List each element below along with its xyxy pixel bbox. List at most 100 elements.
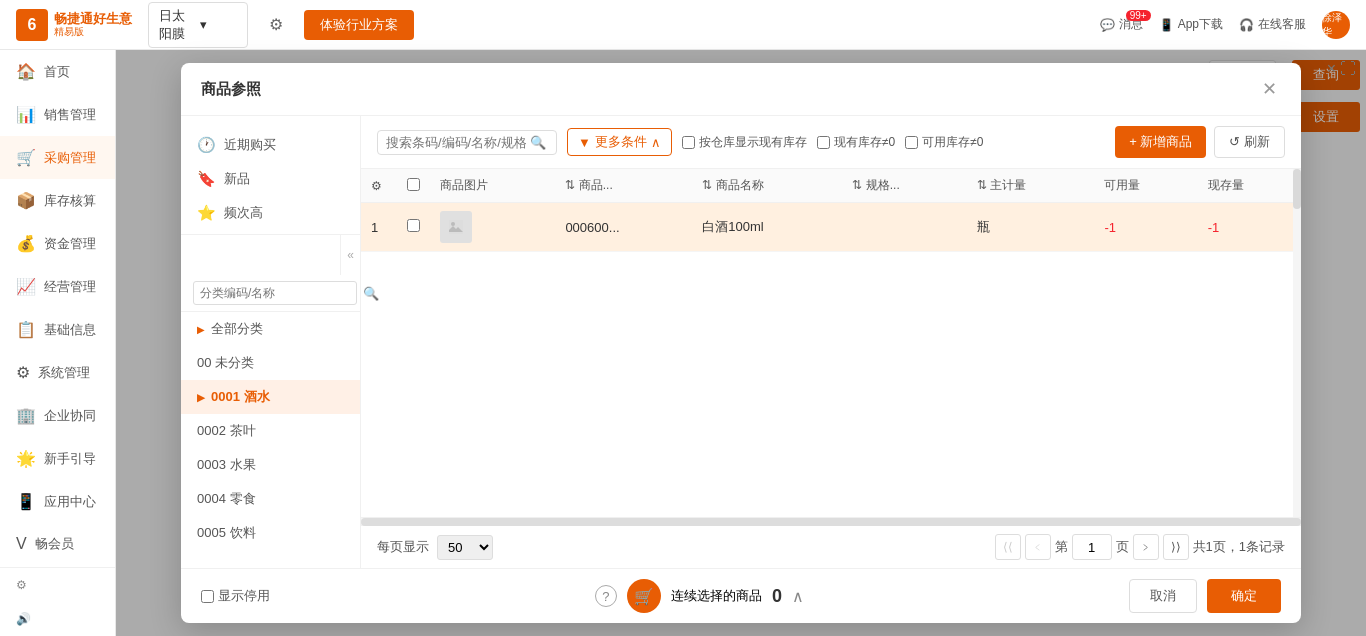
product-search-icon[interactable]: 🔍 bbox=[530, 135, 546, 150]
last-page-button[interactable]: ⟩⟩ bbox=[1163, 534, 1189, 560]
nav-selector[interactable]: 日太阳膜 ▾ bbox=[148, 2, 248, 48]
cell-available: -1 bbox=[1094, 203, 1197, 252]
nav-messages[interactable]: 💬 消息 99+ bbox=[1100, 16, 1143, 33]
product-thumbnail bbox=[440, 211, 472, 243]
col-checkbox bbox=[397, 169, 430, 203]
prev-page-button[interactable]: ﹤ bbox=[1025, 534, 1051, 560]
sidebar-item-finance[interactable]: 💰 资金管理 bbox=[0, 222, 115, 265]
settings-icon: ⚙ bbox=[16, 578, 27, 592]
sidebar-volume[interactable]: 🔊 bbox=[0, 602, 115, 636]
toolbar: 🔍 ▼ 更多条件 ∧ 按仓库显示现有库存 bbox=[361, 116, 1301, 169]
horizontal-scrollbar[interactable] bbox=[361, 517, 1301, 525]
sidebar-item-management[interactable]: 📈 经营管理 bbox=[0, 265, 115, 308]
select-all-checkbox[interactable] bbox=[407, 178, 420, 191]
left-high-freq[interactable]: ⭐ 频次高 bbox=[181, 196, 360, 230]
sidebar-settings[interactable]: ⚙ bbox=[0, 568, 115, 602]
cell-stock: -1 bbox=[1198, 203, 1301, 252]
per-page-select[interactable]: 50 10 20 100 bbox=[437, 535, 493, 560]
left-recent-purchase[interactable]: 🕐 近期购买 bbox=[181, 128, 360, 162]
cat-arrow-liquor: ▶ bbox=[197, 392, 205, 403]
modal-footer: 显示停用 ? 🛒 连续选择的商品 0 ∧ 取消 确定 bbox=[181, 568, 1301, 623]
refresh-button[interactable]: ↺ 刷新 bbox=[1214, 126, 1285, 158]
row-checkbox[interactable] bbox=[407, 219, 420, 232]
col-spec[interactable]: ⇅ 规格... bbox=[842, 169, 966, 203]
sidebar-item-home[interactable]: 🏠 首页 bbox=[0, 50, 115, 93]
new-icon: 🔖 bbox=[197, 170, 216, 188]
cat-tea[interactable]: 0002 茶叶 bbox=[181, 414, 360, 448]
warehouse-checkbox-label[interactable]: 按仓库显示现有库存 bbox=[682, 134, 807, 151]
volume-icon: 🔊 bbox=[16, 612, 31, 626]
sidebar-item-inventory[interactable]: 📦 库存核算 bbox=[0, 179, 115, 222]
management-icon: 📈 bbox=[16, 277, 36, 296]
product-search-input[interactable] bbox=[386, 135, 526, 150]
sidebar-item-system[interactable]: ⚙ 系统管理 bbox=[0, 351, 115, 394]
freq-icon: ⭐ bbox=[197, 204, 216, 222]
warehouse-checkbox[interactable] bbox=[682, 136, 695, 149]
table-scrollbar[interactable] bbox=[1293, 169, 1301, 517]
collapse-divider: « bbox=[181, 234, 360, 275]
show-disabled-label[interactable]: 显示停用 bbox=[201, 587, 270, 605]
cat-beverage[interactable]: 0005 饮料 bbox=[181, 516, 360, 550]
avatar: 徐泽华 bbox=[1322, 11, 1350, 39]
finance-icon: 💰 bbox=[16, 234, 36, 253]
footer-right: 取消 确定 bbox=[1129, 579, 1281, 613]
col-unit[interactable]: ⇅ 主计量 bbox=[967, 169, 1095, 203]
left-new-product[interactable]: 🔖 新品 bbox=[181, 162, 360, 196]
modal-close-button[interactable]: ✕ bbox=[1257, 77, 1281, 101]
sidebar-item-purchase[interactable]: 🛒 采购管理 bbox=[0, 136, 115, 179]
more-filter-button[interactable]: ▼ 更多条件 ∧ bbox=[567, 128, 672, 156]
cat-all[interactable]: ▶ 全部分类 bbox=[181, 312, 360, 346]
nav-customer-service[interactable]: 🎧 在线客服 bbox=[1239, 16, 1306, 33]
next-page-button[interactable]: ﹥ bbox=[1133, 534, 1159, 560]
col-settings[interactable]: ⚙ bbox=[361, 169, 397, 203]
logo-text: 畅捷通好生意 精易版 bbox=[54, 11, 132, 39]
footer-collapse-arrow[interactable]: ∧ bbox=[792, 587, 804, 606]
info-icon: 📋 bbox=[16, 320, 36, 339]
col-name[interactable]: ⇅ 商品名称 bbox=[692, 169, 842, 203]
page-number-input[interactable] bbox=[1072, 534, 1112, 560]
trial-button[interactable]: 体验行业方案 bbox=[304, 10, 414, 40]
cell-checkbox[interactable] bbox=[397, 203, 430, 252]
col-stock: 现存量 bbox=[1198, 169, 1301, 203]
sidebar-item-member[interactable]: V 畅会员 bbox=[0, 523, 115, 565]
nav-app-download[interactable]: 📱 App下载 bbox=[1159, 16, 1223, 33]
sidebar-item-sales[interactable]: 📊 销售管理 bbox=[0, 93, 115, 136]
sidebar-item-apps[interactable]: 📱 应用中心 bbox=[0, 480, 115, 523]
product-search-box: 🔍 bbox=[377, 130, 557, 155]
col-code[interactable]: ⇅ 商品... bbox=[555, 169, 692, 203]
cat-fruit[interactable]: 0003 水果 bbox=[181, 448, 360, 482]
sidebar-item-basic-info[interactable]: 📋 基础信息 bbox=[0, 308, 115, 351]
cat-arrow-all: ▶ bbox=[197, 324, 205, 335]
home-icon: 🏠 bbox=[16, 62, 36, 81]
confirm-button[interactable]: 确定 bbox=[1207, 579, 1281, 613]
gear-button[interactable]: ⚙ bbox=[260, 9, 292, 41]
sidebar-item-guide[interactable]: 🌟 新手引导 bbox=[0, 437, 115, 480]
selected-count-badge: 0 bbox=[772, 586, 782, 607]
show-disabled-checkbox[interactable] bbox=[201, 590, 214, 603]
usable-checkbox[interactable] bbox=[905, 136, 918, 149]
table-row[interactable]: 1 bbox=[361, 203, 1301, 252]
product-table-container: ⚙ 商品图片 bbox=[361, 169, 1301, 517]
nav-user[interactable]: 徐泽华 bbox=[1322, 11, 1350, 39]
available-checkbox[interactable] bbox=[817, 136, 830, 149]
first-page-button[interactable]: ⟨⟨ bbox=[995, 534, 1021, 560]
member-icon: V bbox=[16, 535, 27, 553]
add-product-button[interactable]: + 新增商品 bbox=[1115, 126, 1206, 158]
cart-button[interactable]: 🛒 bbox=[627, 579, 661, 613]
category-search-input[interactable] bbox=[193, 281, 357, 305]
collapse-left-button[interactable]: « bbox=[340, 235, 360, 275]
sidebar-bottom: ⚙ 🔊 bbox=[0, 567, 115, 636]
cat-uncategorized[interactable]: 00 未分类 bbox=[181, 346, 360, 380]
available-checkbox-label[interactable]: 现有库存≠0 bbox=[817, 134, 895, 151]
cat-snack[interactable]: 0004 零食 bbox=[181, 482, 360, 516]
cancel-button[interactable]: 取消 bbox=[1129, 579, 1197, 613]
help-icon[interactable]: ? bbox=[595, 585, 617, 607]
usable-checkbox-label[interactable]: 可用库存≠0 bbox=[905, 134, 983, 151]
sidebar-item-enterprise[interactable]: 🏢 企业协同 bbox=[0, 394, 115, 437]
purchase-icon: 🛒 bbox=[16, 148, 36, 167]
cat-water[interactable]: 0008 水 bbox=[181, 550, 360, 556]
cat-liquor[interactable]: ▶ 0001 酒水 bbox=[181, 380, 360, 414]
modal-title: 商品参照 bbox=[201, 80, 261, 99]
table-settings-icon[interactable]: ⚙ bbox=[371, 179, 382, 193]
headset-icon: 🎧 bbox=[1239, 18, 1254, 32]
